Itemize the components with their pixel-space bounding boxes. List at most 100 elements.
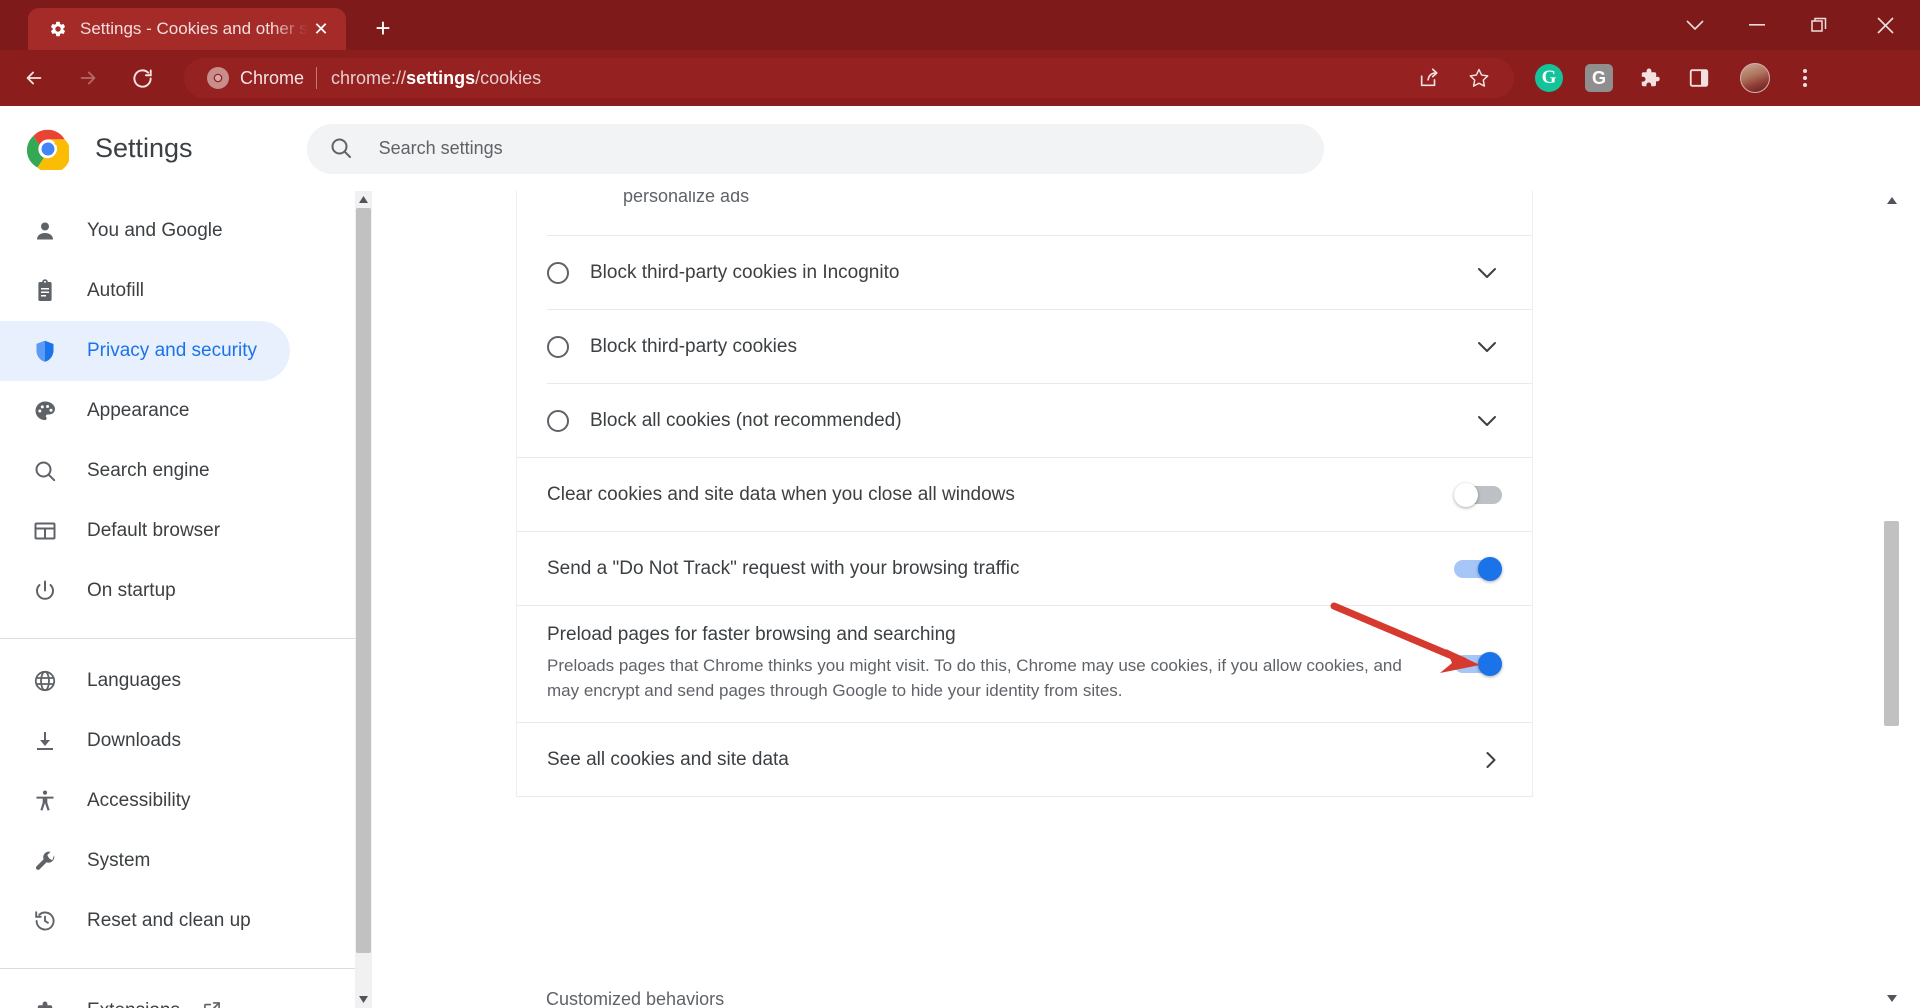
sidebar-scrollbar-thumb[interactable]	[356, 208, 371, 953]
see-all-cookies-row[interactable]: See all cookies and site data	[517, 723, 1532, 796]
settings-main-column: personalize ads Block third-party cookie…	[372, 191, 1901, 1008]
sidebar-item-label: Privacy and security	[87, 340, 258, 361]
do-not-track-text: Send a "Do Not Track" request with your …	[547, 558, 1454, 580]
side-panel-icon[interactable]	[1679, 58, 1719, 98]
content-area: You and Google Autofill Privacy and secu…	[0, 191, 1920, 1008]
url-suffix: /cookies	[475, 67, 542, 88]
scroll-down-icon[interactable]	[355, 991, 372, 1008]
radio-label: Block all cookies (not recommended)	[590, 409, 902, 431]
close-icon[interactable]: ✕	[308, 16, 334, 42]
clear-cookies-toggle[interactable]	[1454, 482, 1502, 507]
sidebar-item-appearance[interactable]: Appearance	[0, 381, 290, 441]
preload-pages-label: Preload pages for faster browsing and se…	[547, 624, 956, 646]
sidebar-item-system[interactable]: System	[0, 831, 290, 891]
search-input[interactable]: Search settings	[379, 138, 503, 159]
chrome-logo	[26, 128, 71, 173]
omnibox-url: chrome://settings/cookies	[331, 68, 541, 89]
sidebar-item-downloads[interactable]: Downloads	[0, 711, 290, 771]
browser-tab[interactable]: Settings - Cookies and other site ✕	[28, 8, 346, 50]
sidebar-item-privacy-and-security[interactable]: Privacy and security	[0, 321, 290, 381]
chevron-down-icon[interactable]	[1472, 267, 1502, 279]
new-tab-button[interactable]: +	[366, 11, 400, 45]
sidebar-item-label: Downloads	[87, 730, 181, 751]
sidebar-item-on-startup[interactable]: On startup	[0, 561, 290, 621]
radio-button[interactable]	[547, 261, 569, 284]
chevron-down-icon[interactable]	[1472, 341, 1502, 353]
preload-pages-toggle[interactable]	[1454, 652, 1502, 676]
page-scrollbar-thumb[interactable]	[1884, 521, 1899, 726]
radio-label: Block third-party cookies in Incognito	[590, 261, 900, 283]
window-controls	[1664, 0, 1920, 50]
omnibox-divider	[316, 67, 318, 89]
radio-button[interactable]	[547, 409, 569, 432]
sidebar-item-label: Reset and clean up	[87, 910, 251, 931]
profile-picture	[1740, 63, 1770, 93]
sidebar-item-accessibility[interactable]: Accessibility	[0, 771, 290, 831]
clear-cookies-row[interactable]: Clear cookies and site data when you clo…	[517, 458, 1532, 531]
page-scrollbar[interactable]	[1882, 191, 1901, 1008]
google-extension-icon[interactable]: G	[1579, 58, 1619, 98]
title-bar: Settings - Cookies and other site ✕ +	[0, 0, 1920, 50]
grammarly-extension-icon[interactable]: G	[1529, 58, 1569, 98]
chevron-down-button[interactable]	[1664, 0, 1726, 50]
preload-pages-row[interactable]: Preload pages for faster browsing and se…	[517, 606, 1532, 722]
do-not-track-row[interactable]: Send a "Do Not Track" request with your …	[517, 532, 1532, 605]
person-icon	[32, 218, 58, 244]
back-icon[interactable]	[14, 58, 54, 98]
puzzle-icon	[32, 998, 58, 1008]
menu-dots	[1803, 69, 1807, 87]
puzzle-icon[interactable]	[1629, 58, 1669, 98]
accessibility-icon	[32, 788, 58, 814]
gear-icon	[48, 19, 68, 39]
chrome-logo-icon	[206, 66, 230, 90]
address-bar[interactable]: Chrome chrome://settings/cookies	[184, 58, 1514, 98]
preload-pages-text: Preload pages for faster browsing and se…	[547, 624, 1454, 703]
share-icon[interactable]	[1409, 58, 1449, 98]
sidebar-item-search-engine[interactable]: Search engine	[0, 441, 290, 501]
radio-row-block-all-cookies[interactable]: Block all cookies (not recommended)	[517, 384, 1532, 457]
extension-icons: G G	[1524, 58, 1724, 98]
tab-title: Settings - Cookies and other site	[80, 19, 308, 38]
sidebar-item-autofill[interactable]: Autofill	[0, 261, 290, 321]
radio-row-block-third-party[interactable]: Block third-party cookies	[517, 310, 1532, 383]
restore-button[interactable]	[1788, 0, 1850, 50]
search-settings-box[interactable]: Search settings	[306, 123, 1324, 174]
radio-row-block-third-party-incognito[interactable]: Block third-party cookies in Incognito	[517, 236, 1532, 309]
preload-pages-description: Preloads pages that Chrome thinks you mi…	[547, 656, 1402, 700]
three-dot-menu-icon[interactable]	[1785, 58, 1825, 98]
clear-cookies-text: Clear cookies and site data when you clo…	[547, 484, 1454, 506]
scroll-down-icon[interactable]	[1882, 989, 1901, 1008]
sidebar-item-languages[interactable]: Languages	[0, 651, 290, 711]
omnibox-scheme-label: Chrome	[240, 67, 305, 88]
scroll-up-icon[interactable]	[355, 191, 372, 208]
sidebar-item-you-and-google[interactable]: You and Google	[0, 201, 290, 261]
radio-label: Block third-party cookies	[590, 335, 797, 357]
clear-cookies-label: Clear cookies and site data when you clo…	[547, 483, 1015, 505]
close-button[interactable]	[1850, 0, 1920, 50]
customized-behaviors-section: Customized behaviors Sites that can alwa…	[516, 951, 1533, 1008]
do-not-track-toggle[interactable]	[1454, 556, 1502, 581]
star-icon[interactable]	[1459, 58, 1499, 98]
sidebar-item-extensions[interactable]: Extensions	[0, 981, 290, 1008]
radio-button[interactable]	[547, 335, 569, 358]
avatar[interactable]	[1735, 58, 1775, 98]
grammarly-letter: G	[1535, 64, 1563, 92]
sidebar-scrollbar[interactable]	[355, 191, 372, 1008]
sidebar-item-label: Default browser	[87, 520, 221, 541]
forward-icon[interactable]	[68, 58, 108, 98]
sidebar-item-reset-and-clean-up[interactable]: Reset and clean up	[0, 891, 290, 951]
chevron-down-icon[interactable]	[1472, 415, 1502, 427]
url-bold-part: settings	[406, 67, 476, 88]
scroll-up-icon[interactable]	[1882, 191, 1901, 210]
reload-icon[interactable]	[122, 58, 162, 98]
sidebar-item-label: Appearance	[87, 400, 190, 421]
power-icon	[32, 578, 58, 604]
sidebar-item-default-browser[interactable]: Default browser	[0, 501, 290, 561]
sidebar-divider-2	[0, 968, 355, 969]
sidebar-item-label: Autofill	[87, 280, 145, 301]
settings-sidebar: You and Google Autofill Privacy and secu…	[0, 191, 355, 1008]
chevron-right-icon[interactable]	[1480, 751, 1502, 769]
minimize-button[interactable]	[1726, 0, 1788, 50]
sidebar-divider	[0, 638, 355, 639]
browser-window-icon	[32, 518, 58, 544]
